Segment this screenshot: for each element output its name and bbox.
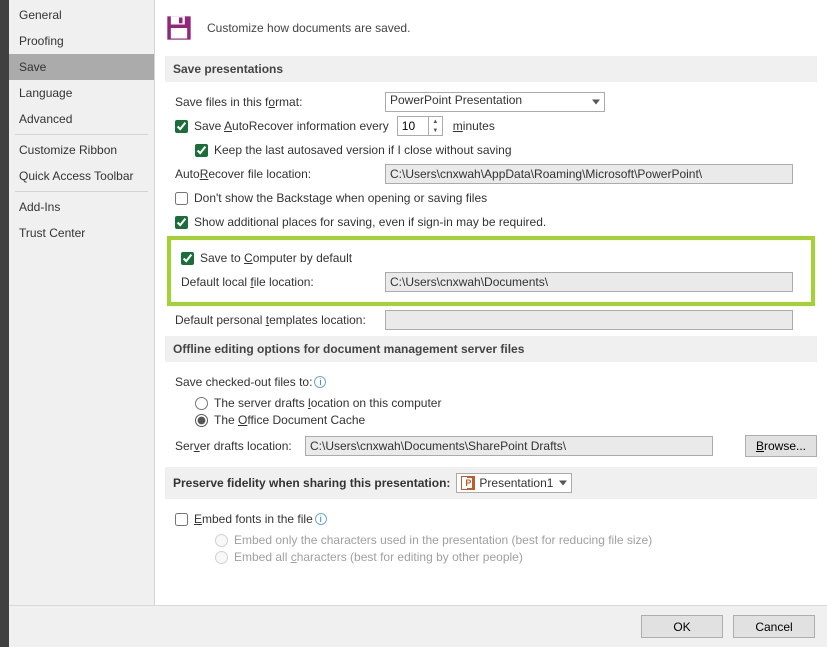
row-save-format: Save files in this format: PowerPoint Pr… bbox=[175, 92, 817, 112]
radio-embed-used-label: Embed only the characters used in the pr… bbox=[234, 533, 652, 547]
preserve-fidelity-label: Preserve fidelity when sharing this pres… bbox=[173, 476, 450, 490]
embed-fonts-label: Embed fonts in the file bbox=[194, 512, 313, 526]
section-save-presentations: Save presentations bbox=[165, 56, 817, 82]
autorecover-loc-input[interactable] bbox=[385, 164, 793, 184]
section-preserve-fidelity: Preserve fidelity when sharing this pres… bbox=[165, 467, 817, 499]
autorecover-minutes-spinner[interactable]: ▲ ▼ bbox=[397, 116, 443, 136]
sidebar-item-language[interactable]: Language bbox=[9, 80, 154, 106]
radio-embed-all-label: Embed all characters (best for editing b… bbox=[234, 550, 523, 564]
chk-show-additional-places[interactable] bbox=[175, 216, 188, 229]
save-to-computer-label: Save to Computer by default bbox=[200, 251, 352, 265]
row-embed-fonts: Embed fonts in the file i bbox=[175, 509, 817, 529]
sidebar-divider bbox=[15, 191, 148, 192]
ok-button[interactable]: OK bbox=[641, 615, 723, 638]
sidebar-item-trust-center[interactable]: Trust Center bbox=[9, 220, 154, 246]
autorecover-label-post: minutes bbox=[453, 119, 495, 133]
autorecover-loc-label: AutoRecover file location: bbox=[175, 167, 385, 181]
row-default-templates-loc: Default personal templates location: bbox=[175, 310, 817, 330]
info-icon[interactable]: i bbox=[315, 513, 327, 525]
show-additional-places-label: Show additional places for saving, even … bbox=[194, 215, 546, 229]
radio-office-cache-label: The Office Document Cache bbox=[214, 413, 365, 427]
cancel-button[interactable]: Cancel bbox=[733, 615, 815, 638]
row-save-checked-out: Save checked-out files to: i bbox=[175, 372, 817, 392]
default-templates-loc-label: Default personal templates location: bbox=[175, 313, 385, 327]
preserve-presentation-name: Presentation1 bbox=[479, 476, 553, 490]
spinner-buttons: ▲ ▼ bbox=[428, 117, 442, 135]
sidebar: General Proofing Save Language Advanced … bbox=[9, 0, 155, 605]
row-save-to-computer: Save to Computer by default bbox=[181, 248, 811, 268]
radio-embed-all: Embed all characters (best for editing b… bbox=[215, 550, 817, 564]
sidebar-divider bbox=[15, 134, 148, 135]
section-offline: Offline editing options for document man… bbox=[165, 336, 817, 362]
spinner-down[interactable]: ▼ bbox=[429, 126, 442, 135]
chk-save-to-computer[interactable] bbox=[181, 252, 194, 265]
radio-server-drafts: The server drafts location on this compu… bbox=[195, 396, 817, 410]
row-server-drafts-loc: Server drafts location: Browse... bbox=[175, 435, 817, 457]
browse-button[interactable]: Browse... bbox=[745, 435, 817, 457]
dialog-body: General Proofing Save Language Advanced … bbox=[9, 0, 827, 605]
row-dont-show-backstage: Don't show the Backstage when opening or… bbox=[175, 188, 817, 208]
chk-keep-last-autosaved[interactable] bbox=[195, 144, 208, 157]
powerpoint-icon: P bbox=[461, 476, 475, 490]
header-text: Customize how documents are saved. bbox=[207, 21, 410, 35]
highlight-box: Save to Computer by default Default loca… bbox=[167, 236, 815, 306]
row-show-additional-places: Show additional places for saving, even … bbox=[175, 212, 817, 232]
keep-last-autosaved-label: Keep the last autosaved version if I clo… bbox=[214, 143, 512, 157]
server-drafts-loc-input[interactable] bbox=[305, 436, 713, 456]
content-header: Customize how documents are saved. bbox=[165, 14, 817, 42]
dialog-footer: OK Cancel bbox=[9, 605, 827, 647]
save-format-select[interactable]: PowerPoint Presentation bbox=[385, 92, 605, 112]
radio-office-cache-input[interactable] bbox=[195, 414, 208, 427]
chk-dont-show-backstage[interactable] bbox=[175, 192, 188, 205]
server-drafts-loc-label: Server drafts location: bbox=[175, 439, 305, 453]
default-local-loc-input[interactable] bbox=[385, 272, 793, 292]
preserve-presentation-select[interactable]: P Presentation1 bbox=[456, 473, 572, 493]
sidebar-item-save[interactable]: Save bbox=[9, 54, 154, 80]
autorecover-minutes-input[interactable] bbox=[398, 117, 428, 135]
chk-autorecover[interactable] bbox=[175, 120, 188, 133]
chk-embed-fonts[interactable] bbox=[175, 513, 188, 526]
radio-office-cache: The Office Document Cache bbox=[195, 413, 817, 427]
radio-embed-all-input bbox=[215, 551, 228, 564]
radio-embed-used: Embed only the characters used in the pr… bbox=[215, 533, 817, 547]
sidebar-item-advanced[interactable]: Advanced bbox=[9, 106, 154, 132]
info-icon[interactable]: i bbox=[314, 376, 326, 388]
row-autorecover-location: AutoRecover file location: bbox=[175, 164, 817, 184]
row-default-local-loc: Default local file location: bbox=[181, 272, 811, 292]
default-local-loc-label: Default local file location: bbox=[181, 275, 385, 289]
radio-server-drafts-label: The server drafts location on this compu… bbox=[214, 396, 441, 410]
default-templates-loc-input[interactable] bbox=[385, 310, 793, 330]
sidebar-item-general[interactable]: General bbox=[9, 2, 154, 28]
preserve-presentation-select-wrap: P Presentation1 bbox=[456, 473, 572, 493]
options-dialog: General Proofing Save Language Advanced … bbox=[9, 0, 827, 647]
autorecover-label-pre: Save AutoRecover information every bbox=[194, 119, 389, 133]
row-autorecover: Save AutoRecover information every ▲ ▼ m… bbox=[175, 116, 817, 136]
dont-show-backstage-label: Don't show the Backstage when opening or… bbox=[194, 191, 487, 205]
sidebar-item-qat[interactable]: Quick Access Toolbar bbox=[9, 163, 154, 189]
spinner-up[interactable]: ▲ bbox=[429, 117, 442, 126]
row-keep-last-autosaved: Keep the last autosaved version if I clo… bbox=[195, 140, 817, 160]
save-format-select-wrap: PowerPoint Presentation bbox=[385, 92, 605, 112]
save-checked-out-label: Save checked-out files to: bbox=[175, 375, 312, 389]
save-icon bbox=[165, 14, 193, 42]
radio-server-drafts-input[interactable] bbox=[195, 397, 208, 410]
sidebar-item-proofing[interactable]: Proofing bbox=[9, 28, 154, 54]
radio-embed-used-input bbox=[215, 534, 228, 547]
content-pane: Customize how documents are saved. Save … bbox=[155, 0, 827, 605]
save-format-label: Save files in this format: bbox=[175, 95, 385, 109]
sidebar-item-customize-ribbon[interactable]: Customize Ribbon bbox=[9, 137, 154, 163]
sidebar-item-addins[interactable]: Add-Ins bbox=[9, 194, 154, 220]
